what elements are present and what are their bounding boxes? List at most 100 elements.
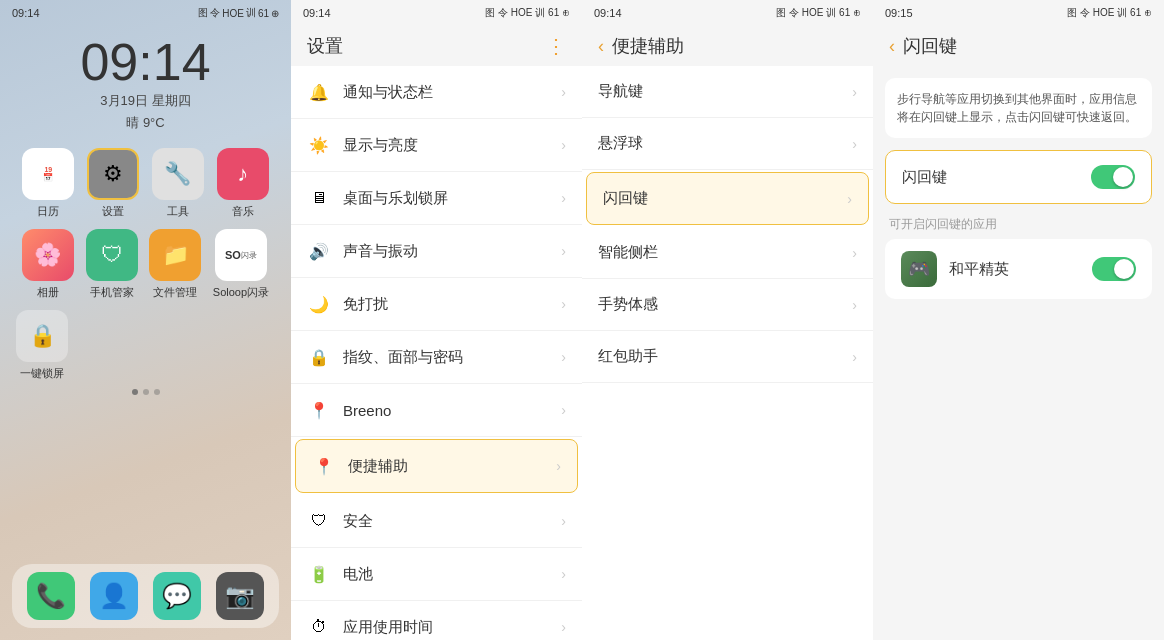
app-files[interactable]: 📁 文件管理 — [149, 229, 201, 300]
settings-item-fingerprint[interactable]: 🔒 指纹、面部与密码 › — [291, 331, 582, 384]
chevron-right-icon: › — [852, 84, 857, 100]
home-app-row-3: 🔒 一键锁屏 — [0, 300, 291, 381]
page-indicator — [0, 389, 291, 395]
app-calendar[interactable]: 19 📅 日历 — [22, 148, 74, 219]
app-soloop[interactable]: SO 闪录 Soloop闪录 — [213, 229, 269, 300]
shortcut-item-navigation[interactable]: 导航键 › — [582, 66, 873, 118]
flashback-status-bar: 09:15 图 令 HOE 训 61 ⊕ — [873, 0, 1164, 26]
chevron-right-icon: › — [561, 190, 566, 206]
settings-status-icons: 图 令 HOE 训 61 ⊕ — [485, 6, 570, 20]
shortcut-item-gesture[interactable]: 手势体感 › — [582, 279, 873, 331]
home-status-icons: 图 令 HOE 训 61 ⊕ — [198, 6, 279, 20]
flashback-description: 步行导航等应用切换到其他界面时，应用信息将在闪回键上显示，点击闪回键可快速返回。 — [885, 78, 1152, 138]
flashback-back-arrow-icon[interactable]: ‹ — [889, 36, 895, 57]
dnd-icon: 🌙 — [307, 292, 331, 316]
chevron-right-icon: › — [852, 136, 857, 152]
settings-icon: ⚙ — [87, 148, 139, 200]
settings-item-battery[interactable]: 🔋 电池 › — [291, 548, 582, 601]
settings-status-time: 09:14 — [303, 7, 331, 19]
settings-item-breeno[interactable]: 📍 Breeno › — [291, 384, 582, 437]
settings-item-sound[interactable]: 🔊 声音与振动 › — [291, 225, 582, 278]
settings-item-security[interactable]: 🛡 安全 › — [291, 495, 582, 548]
flashback-app-row: 🎮 和平精英 — [885, 239, 1152, 299]
shortcut-header: ‹ 便捷辅助 — [582, 26, 873, 66]
photo-label: 相册 — [37, 285, 59, 300]
settings-item-notifications[interactable]: 🔔 通知与状态栏 › — [291, 66, 582, 119]
shortcut-item-smart-sidebar[interactable]: 智能侧栏 › — [582, 227, 873, 279]
settings-item-accessibility[interactable]: 📍 便捷辅助 › — [295, 439, 578, 493]
home-status-time: 09:14 — [12, 7, 40, 19]
sound-icon: 🔊 — [307, 239, 331, 263]
app-tools[interactable]: 🔧 工具 — [152, 148, 204, 219]
shortcut-item-flashback[interactable]: 闪回键 › — [586, 172, 869, 225]
app-security[interactable]: 🛡 手机管家 — [86, 229, 138, 300]
music-label: 音乐 — [232, 204, 254, 219]
files-label: 文件管理 — [153, 285, 197, 300]
security-label: 手机管家 — [90, 285, 134, 300]
flashback-title: 闪回键 — [903, 34, 957, 58]
settings-title: 设置 — [307, 34, 343, 58]
app-lock-screen[interactable]: 🔒 一键锁屏 — [16, 310, 68, 381]
settings-list: 🔔 通知与状态栏 › ☀️ 显示与亮度 › 🖥 桌面与乐划锁屏 › 🔊 声音与振… — [291, 66, 582, 640]
chevron-right-icon: › — [561, 349, 566, 365]
chevron-right-icon: › — [561, 243, 566, 259]
chevron-right-icon: › — [847, 191, 852, 207]
chevron-right-icon: › — [561, 566, 566, 582]
dock-camera[interactable]: 📷 — [216, 572, 264, 620]
dot-3 — [154, 389, 160, 395]
usage-icon: ⏱ — [307, 615, 331, 639]
shortcut-status-icons: 图 令 HOE 训 61 ⊕ — [776, 6, 861, 20]
chevron-right-icon: › — [852, 245, 857, 261]
security-settings-icon: 🛡 — [307, 509, 331, 533]
music-icon: ♪ — [217, 148, 269, 200]
game-app-name: 和平精英 — [949, 260, 1092, 279]
chevron-right-icon: › — [852, 349, 857, 365]
chevron-right-icon: › — [561, 137, 566, 153]
breeno-icon: 📍 — [307, 398, 331, 422]
shortcut-title: 便捷辅助 — [612, 34, 684, 58]
battery-icon: 🔋 — [307, 562, 331, 586]
security-icon: 🛡 — [86, 229, 138, 281]
calendar-icon: 19 📅 — [22, 148, 74, 200]
settings-status-bar: 09:14 图 令 HOE 训 61 ⊕ — [291, 0, 582, 26]
flashback-toggle-switch[interactable] — [1091, 165, 1135, 189]
game-app-toggle[interactable] — [1092, 257, 1136, 281]
toggle-knob — [1113, 167, 1133, 187]
shortcut-item-float-ball[interactable]: 悬浮球 › — [582, 118, 873, 170]
settings-panel: 09:14 图 令 HOE 训 61 ⊕ 设置 ⋮ 🔔 通知与状态栏 › ☀️ … — [291, 0, 582, 640]
chevron-right-icon: › — [561, 402, 566, 418]
flashback-status-time: 09:15 — [885, 7, 913, 19]
app-photo[interactable]: 🌸 相册 — [22, 229, 74, 300]
dock-phone[interactable]: 📞 — [27, 572, 75, 620]
chevron-right-icon: › — [561, 84, 566, 100]
tools-label: 工具 — [167, 204, 189, 219]
dock-contacts[interactable]: 👤 — [90, 572, 138, 620]
shortcut-item-red-packet[interactable]: 红包助手 › — [582, 331, 873, 383]
shortcut-list: 导航键 › 悬浮球 › 闪回键 › 智能侧栏 › 手势体感 › 红包助手 › — [582, 66, 873, 640]
settings-label: 设置 — [102, 204, 124, 219]
home-app-row-2: 🌸 相册 🛡 手机管家 📁 文件管理 SO 闪录 Soloop闪录 — [0, 219, 291, 300]
chevron-right-icon: › — [852, 297, 857, 313]
settings-item-dnd[interactable]: 🌙 免打扰 › — [291, 278, 582, 331]
settings-item-desktop[interactable]: 🖥 桌面与乐划锁屏 › — [291, 172, 582, 225]
home-date: 3月19日 星期四 — [0, 92, 291, 110]
shortcut-panel: 09:14 图 令 HOE 训 61 ⊕ ‹ 便捷辅助 导航键 › 悬浮球 › … — [582, 0, 873, 640]
game-app-avatar: 🎮 — [901, 251, 937, 287]
settings-menu-icon[interactable]: ⋮ — [546, 34, 566, 58]
flashback-content: 步行导航等应用切换到其他界面时，应用信息将在闪回键上显示，点击闪回键可快速返回。… — [873, 66, 1164, 640]
app-music[interactable]: ♪ 音乐 — [217, 148, 269, 219]
home-screen: 09:14 图 令 HOE 训 61 ⊕ 09:14 3月19日 星期四 晴 9… — [0, 0, 291, 640]
game-toggle-knob — [1114, 259, 1134, 279]
tools-icon: 🔧 — [152, 148, 204, 200]
back-arrow-icon[interactable]: ‹ — [598, 36, 604, 57]
chevron-right-icon: › — [561, 296, 566, 312]
settings-item-display[interactable]: ☀️ 显示与亮度 › — [291, 119, 582, 172]
fingerprint-icon: 🔒 — [307, 345, 331, 369]
home-weather: 晴 9°C — [0, 114, 291, 132]
home-app-row-1: 19 📅 日历 ⚙ 设置 🔧 工具 ♪ 音乐 — [0, 132, 291, 219]
dock-messages[interactable]: 💬 — [153, 572, 201, 620]
settings-item-usage[interactable]: ⏱ 应用使用时间 › — [291, 601, 582, 640]
app-settings[interactable]: ⚙ 设置 — [87, 148, 139, 219]
chevron-right-icon: › — [561, 619, 566, 635]
flashback-section-label: 可开启闪回键的应用 — [885, 216, 1152, 239]
